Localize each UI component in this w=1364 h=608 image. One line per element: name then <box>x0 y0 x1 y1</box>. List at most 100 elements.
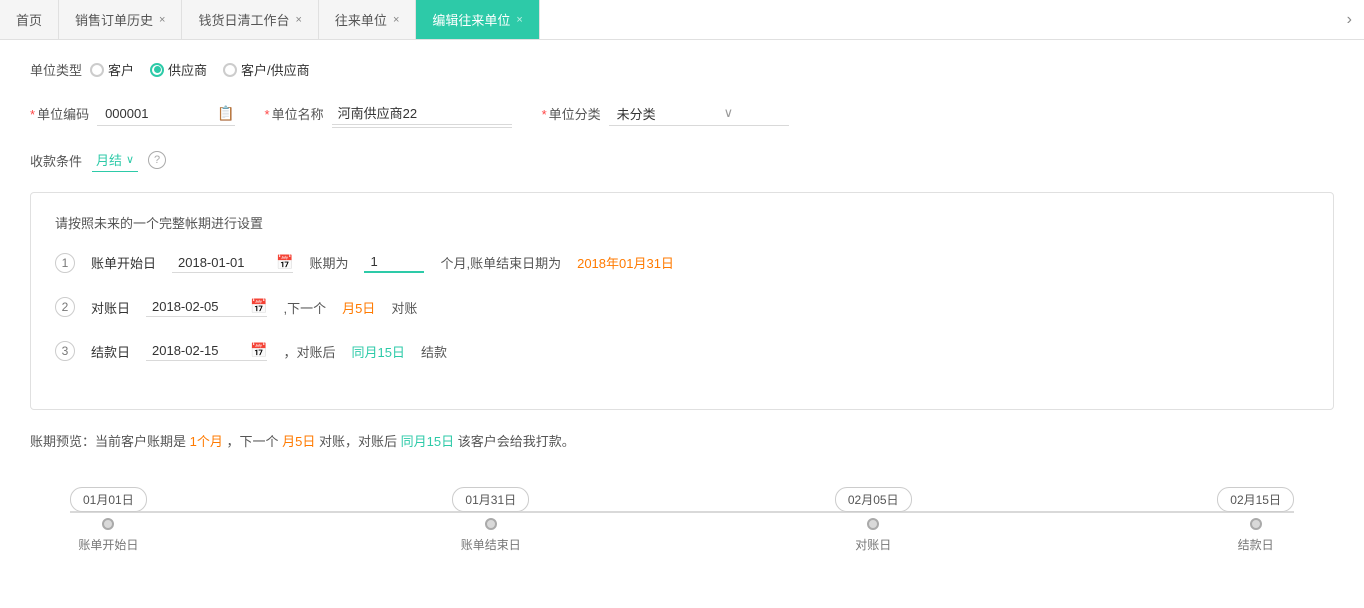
unit-code-input[interactable] <box>97 104 217 123</box>
timeline-label-4: 结款日 <box>1238 536 1274 553</box>
timeline-point-2: 01月31日 账单结束日 <box>452 487 529 553</box>
unit-code-group: *单位编码 📋 <box>30 102 235 126</box>
preview-text-1: ，下一个 <box>227 434 279 449</box>
row-num-3: 3 <box>55 341 75 361</box>
radio-both-label: 客户/供应商 <box>241 60 310 79</box>
row-text-after-reconcile: ，对账后 <box>283 342 335 361</box>
unit-category-label: *单位分类 <box>542 104 601 123</box>
setting-row-3: 3 结款日 📅 ，对账后 同月15日 结款 <box>55 341 1309 361</box>
timeline-label-2: 账单结束日 <box>461 536 521 553</box>
unit-type-label: 单位类型 <box>30 60 82 79</box>
date-input-3[interactable] <box>146 341 246 360</box>
tab-edit-partner[interactable]: 编辑往来单位 × <box>416 0 539 39</box>
timeline: 01月01日 账单开始日 01月31日 账单结束日 02月05日 对账日 <box>30 477 1334 553</box>
tab-home-label: 首页 <box>16 10 42 29</box>
close-icon[interactable]: × <box>295 14 301 26</box>
date-input-wrap-3: 📅 <box>146 341 267 361</box>
timeline-point-4: 02月15日 结款日 <box>1217 487 1294 553</box>
tab-partner-label: 往来单位 <box>335 10 387 29</box>
settings-box: 请按照未来的一个完整帐期进行设置 1 账单开始日 📅 账期为 个月,账单结束日期… <box>30 192 1334 410</box>
preview-highlight-1: 1个月 <box>190 434 223 449</box>
setting-row-1: 1 账单开始日 📅 账期为 个月,账单结束日期为 2018年01月31日 <box>55 252 1309 273</box>
tab-sales-history-label: 销售订单历史 <box>75 10 153 29</box>
unit-code-label: *单位编码 <box>30 104 89 123</box>
unit-name-input[interactable] <box>332 101 512 125</box>
copy-icon[interactable]: 📋 <box>217 105 234 122</box>
radio-customer[interactable]: 客户 <box>90 60 134 79</box>
date-input-wrap-1: 📅 <box>172 253 293 273</box>
radio-both[interactable]: 客户/供应商 <box>223 60 310 79</box>
timeline-dot-4 <box>1250 518 1262 530</box>
preview-highlight-3: 同月15日 <box>401 434 454 449</box>
row-num-2: 2 <box>55 297 75 317</box>
timeline-point-1: 01月01日 账单开始日 <box>70 487 147 553</box>
unit-info-row: *单位编码 📋 *单位名称 *单位分类 未分类 ∨ <box>30 99 1334 128</box>
tab-sales-history[interactable]: 销售订单历史 × <box>59 0 182 39</box>
row-label-1: 账单开始日 <box>91 253 156 272</box>
tab-cash-work-label: 钱货日清工作台 <box>198 10 289 29</box>
unit-code-input-wrap: 📋 <box>97 102 234 126</box>
unit-type-row: 单位类型 客户 供应商 客户/供应商 <box>30 60 1334 79</box>
timeline-dot-2 <box>485 518 497 530</box>
condition-arrow-icon: ∨ <box>126 153 134 166</box>
preview-prefix: 账期预览：当前客户账期是 <box>30 434 186 449</box>
timeline-label-3: 对账日 <box>855 536 891 553</box>
preview-highlight-2: 月5日 <box>282 434 315 449</box>
tab-partner[interactable]: 往来单位 × <box>319 0 416 39</box>
radio-supplier-label: 供应商 <box>168 60 207 79</box>
setting-row-2: 2 对账日 📅 ,下一个 月5日 对账 <box>55 297 1309 317</box>
row-text-reconcile: 对账 <box>391 298 417 317</box>
timeline-badge-4: 02月15日 <box>1217 487 1294 512</box>
help-icon[interactable]: ? <box>148 151 166 169</box>
condition-label: 收款条件 <box>30 151 82 170</box>
calendar-icon-2[interactable]: 📅 <box>250 298 267 315</box>
required-star-name: * <box>265 107 270 122</box>
timeline-dot-1 <box>102 518 114 530</box>
radio-supplier[interactable]: 供应商 <box>150 60 207 79</box>
tab-more-button[interactable]: › <box>1335 0 1364 39</box>
calendar-icon-3[interactable]: 📅 <box>250 342 267 359</box>
radio-circle-both <box>223 63 237 77</box>
preview-text-2: 对账，对账后 <box>319 434 397 449</box>
tab-cash-work[interactable]: 钱货日清工作台 × <box>182 0 318 39</box>
preview-suffix: 该客户会给我打款。 <box>458 434 575 449</box>
timeline-badge-2: 01月31日 <box>452 487 529 512</box>
unit-category-select[interactable]: 未分类 ∨ <box>609 102 789 126</box>
radio-circle-customer <box>90 63 104 77</box>
timeline-point-3: 02月05日 对账日 <box>835 487 912 553</box>
main-content: 单位类型 客户 供应商 客户/供应商 *单位编码 <box>0 40 1364 608</box>
row-text-payment: 结款 <box>421 342 447 361</box>
unit-type-group: 单位类型 客户 供应商 客户/供应商 <box>30 60 310 79</box>
row-num-1: 1 <box>55 253 75 273</box>
radio-customer-label: 客户 <box>108 60 134 79</box>
required-star-cat: * <box>542 107 547 122</box>
calendar-icon-1[interactable]: 📅 <box>276 254 293 271</box>
bill-end-date: 2018年01月31日 <box>577 253 674 272</box>
tab-home[interactable]: 首页 <box>0 0 59 39</box>
date-input-2[interactable] <box>146 297 246 316</box>
date-input-1[interactable] <box>172 253 272 272</box>
close-icon[interactable]: × <box>516 14 522 26</box>
row-label-3: 结款日 <box>91 342 130 361</box>
close-icon[interactable]: × <box>159 14 165 26</box>
row-text-period-label: 账期为 <box>309 253 348 272</box>
unit-name-input-wrap <box>332 99 512 128</box>
date-input-wrap-2: 📅 <box>146 297 267 317</box>
payment-day: 同月15日 <box>351 342 404 361</box>
tab-edit-partner-label: 编辑往来单位 <box>432 10 510 29</box>
tab-bar: 首页 销售订单历史 × 钱货日清工作台 × 往来单位 × 编辑往来单位 × › <box>0 0 1364 40</box>
condition-row: 收款条件 月结 ∨ ? <box>30 148 1334 172</box>
unit-category-value: 未分类 <box>617 104 674 123</box>
timeline-badge-1: 01月01日 <box>70 487 147 512</box>
timeline-label-1: 账单开始日 <box>78 536 138 553</box>
required-star: * <box>30 107 35 122</box>
condition-select[interactable]: 月结 ∨ <box>92 148 138 172</box>
condition-value: 月结 <box>96 150 122 169</box>
close-icon[interactable]: × <box>393 14 399 26</box>
reconcile-day: 月5日 <box>342 298 375 317</box>
preview-text: 账期预览：当前客户账期是 1个月 ，下一个 月5日 对账，对账后 同月15日 该… <box>30 430 1334 453</box>
period-input[interactable] <box>364 252 424 273</box>
row-label-2: 对账日 <box>91 298 130 317</box>
dropdown-arrow-icon: ∨ <box>724 105 781 121</box>
radio-group: 客户 供应商 客户/供应商 <box>90 60 310 79</box>
